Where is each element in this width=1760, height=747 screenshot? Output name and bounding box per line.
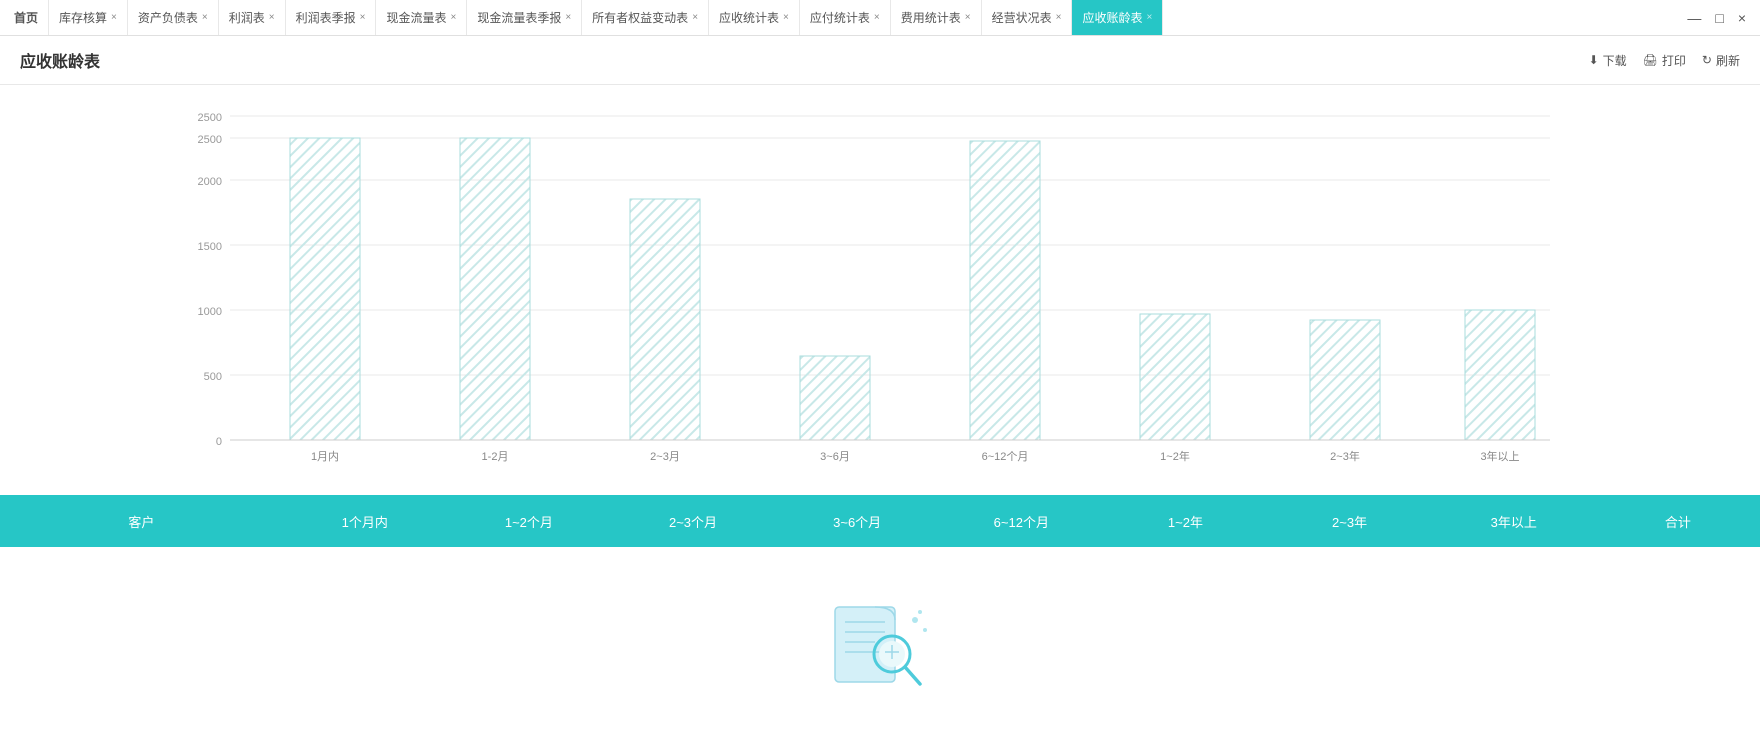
svg-text:3~6月: 3~6月 <box>820 451 850 463</box>
bar-4: 3~6月 <box>800 356 870 463</box>
svg-text:1-2月: 1-2月 <box>482 451 509 463</box>
print-icon: 🖨 <box>1643 53 1658 67</box>
tab-inventory[interactable]: 库存核算 × <box>49 0 128 36</box>
bar-6: 1~2年 <box>1140 314 1210 463</box>
download-icon: ⬇ <box>1589 53 1599 67</box>
chart-container: 0 500 1000 1500 2000 2500 2500 <box>20 105 1720 475</box>
svg-text:1000: 1000 <box>198 306 222 318</box>
tab-expense-stats[interactable]: 费用统计表 × <box>891 0 982 36</box>
svg-text:1月内: 1月内 <box>311 449 339 463</box>
window-controls: — □ × <box>1681 8 1756 28</box>
tab-close-balance-sheet[interactable]: × <box>202 12 208 23</box>
page-header: 应收账龄表 ⬇ 下载 🖨 打印 ↻ 刷新 <box>0 36 1760 85</box>
tab-bar: 首页库存核算×资产负债表×利润表×利润表季报×现金流量表×现金流量表季报×所有者… <box>0 0 1760 36</box>
tab-operation-status[interactable]: 经营状况表 × <box>982 0 1073 36</box>
tab-close-cash-flow[interactable]: × <box>450 12 456 23</box>
svg-text:2000: 2000 <box>198 176 222 188</box>
table-header-8: 3年以上 <box>1432 512 1596 531</box>
tab-label-home: 首页 <box>14 9 38 26</box>
maximize-button[interactable]: □ <box>1709 8 1729 28</box>
minimize-button[interactable]: — <box>1681 8 1707 28</box>
main-content: 0 500 1000 1500 2000 2500 2500 <box>0 85 1760 747</box>
table-header-2: 1~2个月 <box>447 512 611 531</box>
table-header-4: 3~6个月 <box>775 512 939 531</box>
table-header: 客户1个月内1~2个月2~3个月3~6个月6~12个月1~2年2~3年3年以上合… <box>0 495 1760 547</box>
table-header-6: 1~2年 <box>1103 512 1267 531</box>
close-window-button[interactable]: × <box>1732 8 1752 28</box>
table-header-3: 2~3个月 <box>611 512 775 531</box>
table-header-0: 客户 <box>0 512 283 531</box>
svg-text:1~2年: 1~2年 <box>1160 449 1190 463</box>
bar-2: 1-2月 <box>460 138 530 463</box>
svg-text:500: 500 <box>204 371 222 383</box>
tab-ar-aging[interactable]: 应收账龄表 × <box>1072 0 1163 36</box>
table-body <box>0 547 1760 747</box>
tab-label-cash-flow-quarterly: 现金流量表季报 <box>477 9 561 26</box>
tab-close-profit-quarterly[interactable]: × <box>360 12 366 23</box>
chart-area: 0 500 1000 1500 2000 2500 2500 <box>0 85 1760 495</box>
tab-label-profit-quarterly: 利润表季报 <box>296 9 356 26</box>
tab-close-ar-aging[interactable]: × <box>1146 12 1152 23</box>
table-header-5: 6~12个月 <box>939 512 1103 531</box>
page-title: 应收账龄表 <box>20 48 100 72</box>
tab-label-balance-sheet: 资产负债表 <box>138 9 198 26</box>
svg-text:2500: 2500 <box>198 134 222 146</box>
tab-label-ar-aging: 应收账龄表 <box>1082 9 1142 26</box>
tab-close-operation-status[interactable]: × <box>1056 12 1062 23</box>
tab-equity-changes[interactable]: 所有者权益变动表 × <box>582 0 709 36</box>
tab-close-profit-loss[interactable]: × <box>269 12 275 23</box>
refresh-button[interactable]: ↻ 刷新 <box>1702 52 1740 69</box>
tab-label-equity-changes: 所有者权益变动表 <box>592 9 688 26</box>
bar-7: 2~3年 <box>1310 320 1380 463</box>
header-actions: ⬇ 下载 🖨 打印 ↻ 刷新 <box>1589 52 1740 69</box>
empty-icon <box>820 602 940 692</box>
tab-label-profit-loss: 利润表 <box>229 9 265 26</box>
bar-3: 2~3月 <box>630 199 700 463</box>
table-header-9: 合计 <box>1596 512 1760 531</box>
tab-ap-stats[interactable]: 应付统计表 × <box>800 0 891 36</box>
tab-cash-flow-quarterly[interactable]: 现金流量表季报 × <box>467 0 582 36</box>
tab-close-ar-stats[interactable]: × <box>783 12 789 23</box>
svg-text:3年以上: 3年以上 <box>1480 449 1519 463</box>
print-button[interactable]: 🖨 打印 <box>1643 52 1686 69</box>
svg-text:1500: 1500 <box>198 241 222 253</box>
tab-ar-stats[interactable]: 应收统计表 × <box>709 0 800 36</box>
tab-label-ar-stats: 应收统计表 <box>719 9 779 26</box>
tab-profit-quarterly[interactable]: 利润表季报 × <box>286 0 377 36</box>
tab-cash-flow[interactable]: 现金流量表 × <box>376 0 467 36</box>
svg-text:6~12个月: 6~12个月 <box>982 450 1029 463</box>
tab-label-inventory: 库存核算 <box>59 9 107 26</box>
tab-label-expense-stats: 费用统计表 <box>901 9 961 26</box>
tab-balance-sheet[interactable]: 资产负债表 × <box>128 0 219 36</box>
svg-text:0: 0 <box>216 436 222 448</box>
bar-5: 6~12个月 <box>970 141 1040 463</box>
tab-close-equity-changes[interactable]: × <box>692 12 698 23</box>
svg-text:2~3月: 2~3月 <box>650 451 680 463</box>
table-header-7: 2~3年 <box>1268 512 1432 531</box>
tab-home[interactable]: 首页 <box>4 0 49 36</box>
tab-close-ap-stats[interactable]: × <box>874 12 880 23</box>
svg-text:2500: 2500 <box>198 112 222 124</box>
table-header-1: 1个月内 <box>283 512 447 531</box>
tab-label-operation-status: 经营状况表 <box>992 9 1052 26</box>
tab-label-ap-stats: 应付统计表 <box>810 9 870 26</box>
empty-state <box>820 602 940 692</box>
tab-profit-loss[interactable]: 利润表 × <box>219 0 286 36</box>
tab-close-cash-flow-quarterly[interactable]: × <box>565 12 571 23</box>
bar-chart: 0 500 1000 1500 2000 2500 2500 <box>20 105 1720 475</box>
download-button[interactable]: ⬇ 下载 <box>1589 52 1627 69</box>
bar-1: 1月内 <box>290 138 360 463</box>
tab-close-expense-stats[interactable]: × <box>965 12 971 23</box>
refresh-icon: ↻ <box>1702 53 1712 67</box>
svg-text:2~3年: 2~3年 <box>1330 449 1360 463</box>
tab-close-inventory[interactable]: × <box>111 12 117 23</box>
tab-label-cash-flow: 现金流量表 <box>386 9 446 26</box>
